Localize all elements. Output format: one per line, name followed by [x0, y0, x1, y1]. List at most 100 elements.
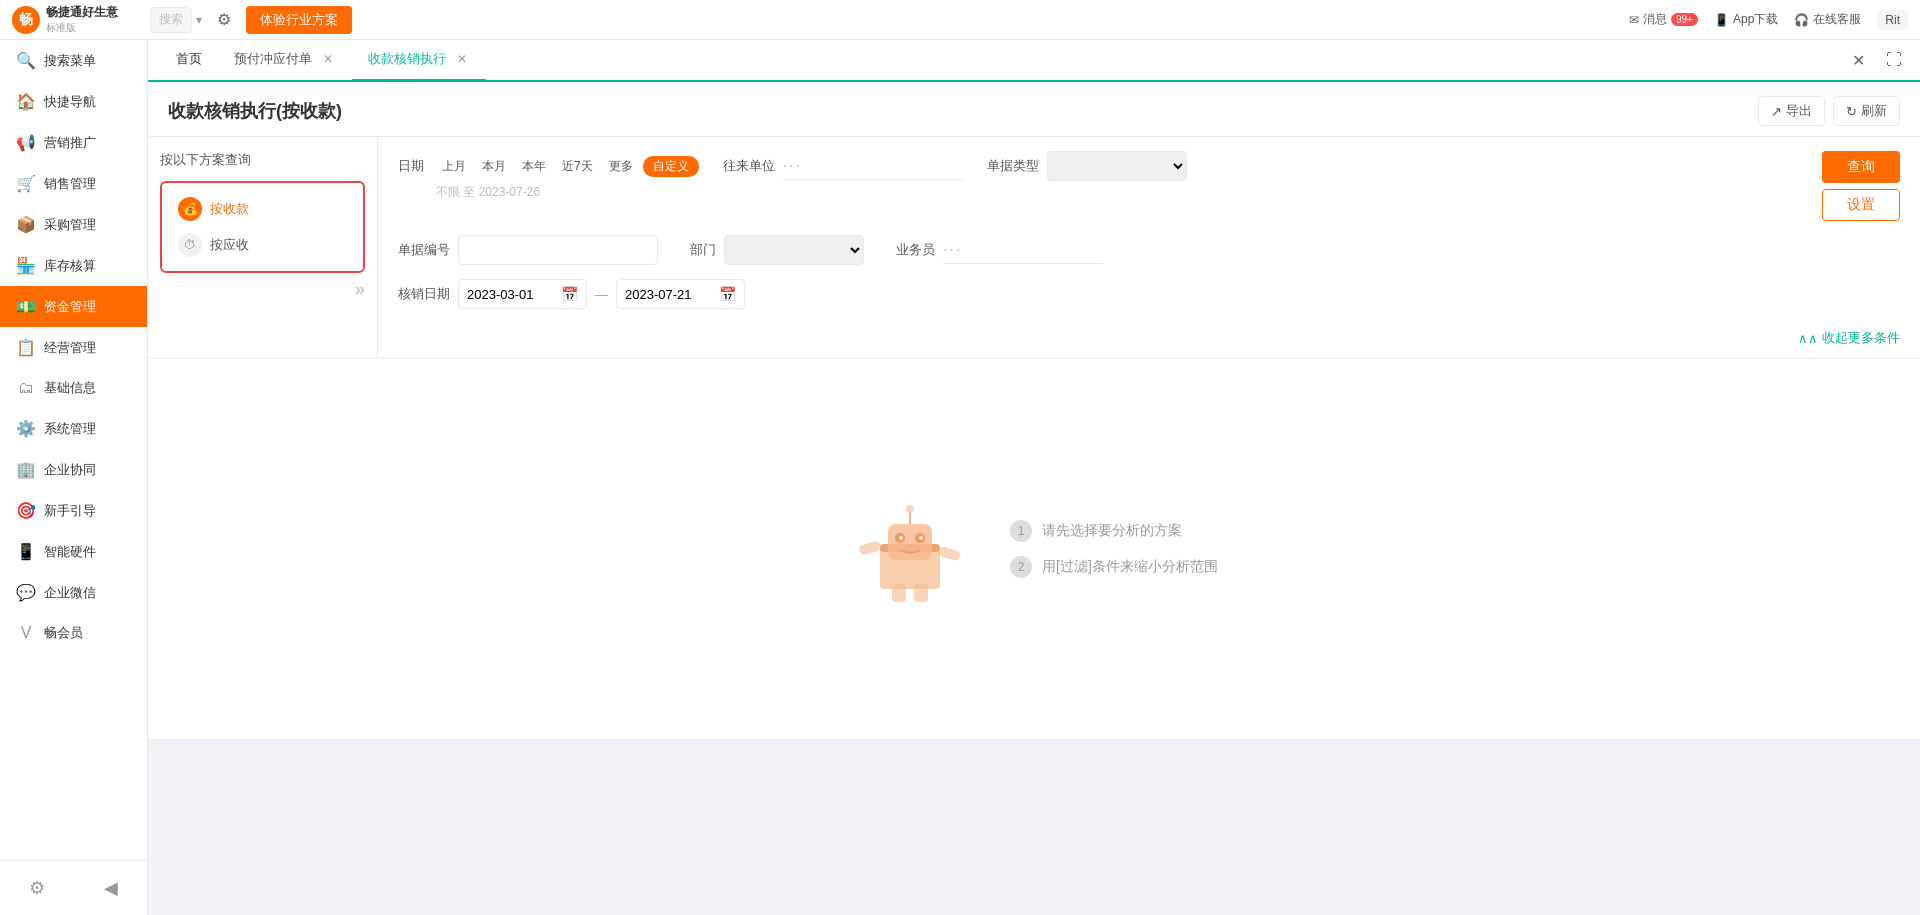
tab-prepay[interactable]: 预付冲应付单 ✕	[218, 40, 352, 81]
brand: 畅 畅捷通好生意 标准版	[12, 4, 142, 35]
date-last-month-btn[interactable]: 上月	[436, 156, 472, 177]
sidebar-label-inventory: 库存核算	[44, 257, 96, 275]
sidebar-label-wechat: 企业微信	[44, 584, 96, 602]
industry-btn[interactable]: 体验行业方案	[246, 6, 352, 34]
verify-date-end-cal-icon[interactable]: 📅	[719, 286, 736, 302]
tab-receivable-close[interactable]: ✕	[454, 51, 470, 67]
smart-hw-icon: 📱	[16, 542, 36, 561]
verify-date-end-input[interactable]	[625, 287, 715, 302]
filter-right-panel: 日期 上月 本月 本年 近7天 更多 自定义	[378, 137, 1920, 357]
filter-row-1-left: 日期 上月 本月 本年 近7天 更多 自定义	[398, 151, 1802, 201]
doc-no-input[interactable]	[458, 235, 658, 265]
search-placeholder-text: 搜索	[159, 11, 183, 28]
phone-icon: 📱	[1714, 13, 1729, 27]
sidebar-label-marketing: 营销推广	[44, 134, 96, 152]
sales-icon: 🛒	[16, 174, 36, 193]
date-this-year-btn[interactable]: 本年	[516, 156, 552, 177]
filter-collapse-btn[interactable]: »	[355, 279, 365, 300]
filter-option-by-receivable[interactable]: ⏱ 按应收	[170, 227, 355, 263]
sidebar-item-guide[interactable]: 🎯新手引导	[0, 490, 147, 531]
date-more-btn[interactable]: 更多	[603, 156, 639, 177]
sidebar-settings-icon[interactable]: ⚙	[21, 869, 53, 907]
svg-rect-2	[888, 524, 932, 560]
filter-option-by-receipt[interactable]: 💰 按收款	[170, 191, 355, 227]
brand-name: 畅捷通好生意	[46, 4, 118, 21]
date-custom-btn[interactable]: 自定义	[643, 156, 699, 177]
tab-close-all-btn[interactable]: ✕	[1844, 46, 1872, 74]
page-header: 收款核销执行(按收款) ↗ 导出 ↻ 刷新	[148, 82, 1920, 137]
date-range-separator: —	[595, 287, 608, 302]
sidebar-item-purchase[interactable]: 📦采购管理	[0, 204, 147, 245]
date-this-month-btn[interactable]: 本月	[476, 156, 512, 177]
gear-icon[interactable]: ⚙	[210, 6, 238, 34]
verify-date-start-wrap: 📅	[458, 279, 587, 309]
export-label: 导出	[1786, 102, 1812, 120]
verify-date-start-cal-icon[interactable]: 📅	[561, 286, 578, 302]
tab-receivable[interactable]: 收款核销执行 ✕	[352, 40, 486, 81]
filter-panel-title: 按以下方案查询	[160, 151, 365, 169]
sidebar-item-quick-nav[interactable]: 🏠快捷导航	[0, 81, 147, 122]
sidebar-item-inventory[interactable]: 🏪 库存核算	[0, 245, 147, 286]
verify-date-start-input[interactable]	[467, 287, 557, 302]
filter-collapse-row: »	[160, 273, 365, 300]
sidebar-item-sales[interactable]: 🛒 销售管理	[0, 163, 147, 204]
sidebar-label-enterprise: 企业协同	[44, 461, 96, 479]
sidebar-item-smart-hw[interactable]: 📱 智能硬件	[0, 531, 147, 572]
svg-rect-11	[892, 584, 906, 602]
purchase-icon: 📦	[16, 215, 36, 234]
sidebar-items: 🔍搜索菜单🏠快捷导航📢营销推广 🛒 销售管理 📦采购管理 🏪 库存核算 💵资金管理📋经营管理…	[0, 40, 147, 653]
tab-prepay-label: 预付冲应付单	[234, 50, 312, 68]
tab-maximize-btn[interactable]: ⛶	[1880, 46, 1908, 74]
refresh-btn[interactable]: ↻ 刷新	[1833, 96, 1900, 126]
tab-bar: 首页 预付冲应付单 ✕ 收款核销执行 ✕ ✕ ⛶	[148, 40, 1920, 82]
staff-filter: 业务员 ···	[896, 236, 1103, 264]
message-label: 消息	[1643, 11, 1667, 28]
message-badge: 99+	[1671, 13, 1698, 26]
collapse-more-label: 收起更多条件	[1822, 329, 1900, 347]
sidebar-item-wechat[interactable]: 💬企业微信	[0, 572, 147, 613]
inventory-icon: 🏪	[16, 256, 36, 275]
collapse-more-btn[interactable]: ∧∧ 收起更多条件	[398, 323, 1920, 357]
dept-filter: 部门	[690, 235, 864, 265]
date-label: 日期	[398, 157, 428, 175]
sidebar-item-vip[interactable]: V畅会员	[0, 613, 147, 653]
query-btn[interactable]: 查询	[1822, 151, 1900, 183]
date-quick-btns: 上月 本月 本年 近7天 更多 自定义	[436, 156, 699, 177]
staff-input-area: ···	[943, 236, 1103, 264]
page-content: 收款核销执行(按收款) ↗ 导出 ↻ 刷新 按以下方案查询	[148, 82, 1920, 915]
partner-label: 往来单位	[723, 157, 775, 175]
sidebar-item-marketing[interactable]: 📢营销推广	[0, 122, 147, 163]
app-download-btn[interactable]: 📱 App下载	[1714, 11, 1778, 28]
dropdown-arrow[interactable]: ▾	[196, 13, 202, 27]
message-btn[interactable]: ✉ 消息 99+	[1629, 11, 1698, 28]
empty-tips: 1 请先选择要分析的方案 2 用[过滤]条件来缩小分析范围	[1010, 520, 1218, 578]
brand-text: 畅捷通好生意 标准版	[46, 4, 118, 35]
sidebar-item-finance[interactable]: 💵资金管理	[0, 286, 147, 327]
export-btn[interactable]: ↗ 导出	[1758, 96, 1825, 126]
sidebar-label-sales: 销售管理	[44, 175, 96, 193]
sidebar-label-smart-hw: 智能硬件	[44, 543, 96, 561]
dept-select[interactable]	[724, 235, 864, 265]
svg-point-8	[906, 505, 914, 513]
partner-dots[interactable]: ···	[783, 157, 802, 175]
app-download-label: App下载	[1733, 11, 1778, 28]
online-service-btn[interactable]: 🎧 在线客服	[1794, 11, 1861, 28]
doc-no-filter: 单据编号	[398, 235, 658, 265]
sidebar-item-operations[interactable]: 📋经营管理	[0, 327, 147, 368]
tab-prepay-close[interactable]: ✕	[320, 51, 336, 67]
quick-nav-icon: 🏠	[16, 92, 36, 111]
basic-info-icon: 🗂	[16, 379, 36, 397]
tab-home[interactable]: 首页	[160, 40, 218, 81]
sidebar-item-enterprise[interactable]: 🏢企业协同	[0, 449, 147, 490]
sidebar-label-vip: 畅会员	[44, 624, 83, 642]
username[interactable]: Rit	[1877, 10, 1908, 30]
settings-btn[interactable]: 设置	[1822, 189, 1900, 221]
doc-type-label: 单据类型	[987, 157, 1039, 175]
staff-dots[interactable]: ···	[943, 241, 962, 259]
sidebar-item-basic-info[interactable]: 🗂基础信息	[0, 368, 147, 408]
sidebar-item-search[interactable]: 🔍搜索菜单	[0, 40, 147, 81]
sidebar-collapse-icon[interactable]: ◀	[96, 869, 126, 907]
doc-type-select[interactable]	[1047, 151, 1187, 181]
date-7days-btn[interactable]: 近7天	[556, 156, 599, 177]
sidebar-item-system[interactable]: ⚙️系统管理	[0, 408, 147, 449]
